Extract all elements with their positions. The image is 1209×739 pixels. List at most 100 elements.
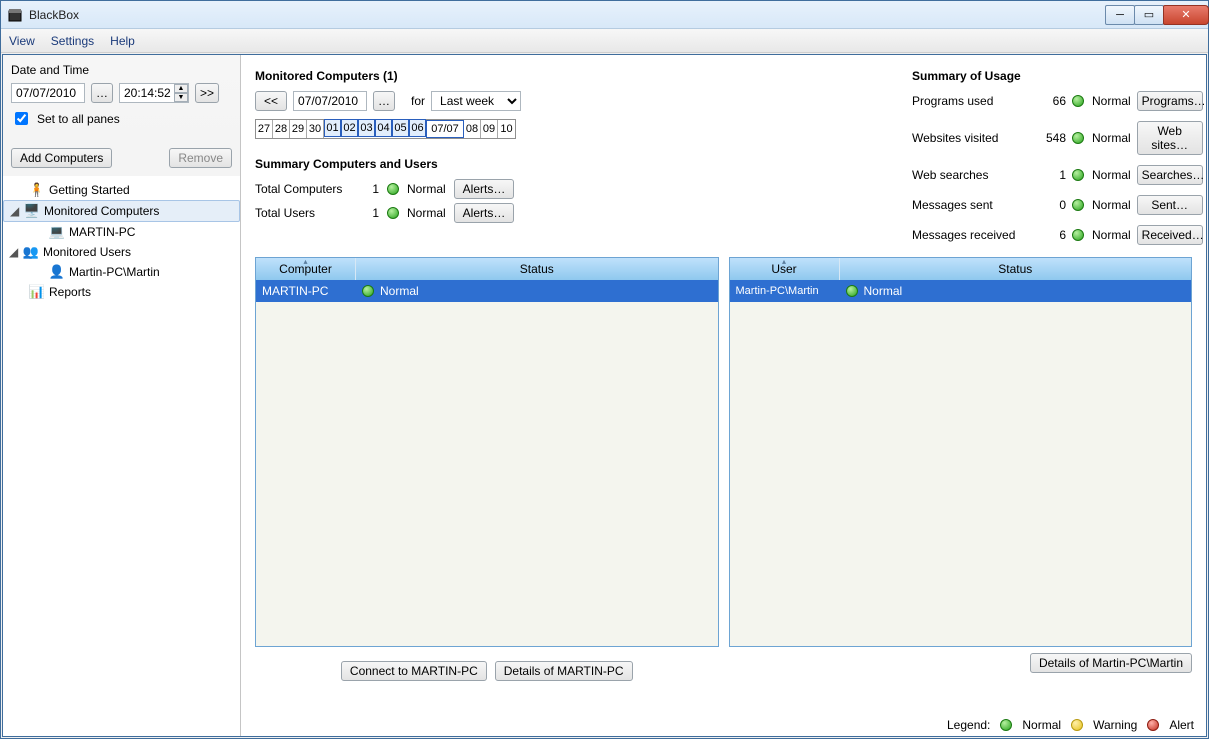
messages-received-label: Messages received: [912, 228, 1032, 242]
legend-normal-icon: [1000, 719, 1012, 731]
received-button[interactable]: Received…: [1137, 225, 1203, 245]
tree-monitored-users[interactable]: ◢ 👥 Monitored Users: [3, 242, 240, 262]
date-cell[interactable]: 30: [307, 120, 324, 138]
messages-sent-label: Messages sent: [912, 198, 1032, 212]
status-dot-icon: [387, 183, 399, 195]
total-users-label: Total Users: [255, 206, 355, 220]
sent-button[interactable]: Sent…: [1137, 195, 1203, 215]
legend-warning-icon: [1071, 719, 1083, 731]
set-all-panes-checkbox[interactable]: [15, 112, 28, 125]
remove-button[interactable]: Remove: [169, 148, 232, 168]
menu-help[interactable]: Help: [110, 34, 135, 48]
for-label: for: [411, 94, 425, 108]
status-text: Normal: [1092, 94, 1131, 108]
connect-button[interactable]: Connect to MARTIN-PC: [341, 661, 487, 681]
date-cell[interactable]: 04: [375, 119, 392, 137]
status-text: Normal: [1092, 168, 1131, 182]
summary-title: Summary Computers and Users: [255, 157, 912, 171]
menubar: View Settings Help: [1, 29, 1208, 53]
status-dot-icon: [387, 207, 399, 219]
status-dot-icon: [1072, 169, 1084, 181]
date-cell-selected[interactable]: 07/07: [426, 120, 464, 138]
tree-reports[interactable]: 📊 Reports: [3, 282, 240, 302]
tree-getting-started[interactable]: 🧍 Getting Started: [3, 180, 240, 200]
status-dot-icon: [362, 285, 374, 297]
date-cell[interactable]: 03: [358, 119, 375, 137]
messages-sent-value: 0: [1038, 198, 1066, 212]
date-cell[interactable]: 05: [392, 119, 409, 137]
sort-icon: ▴: [782, 257, 786, 266]
messages-received-value: 6: [1038, 228, 1066, 242]
minimize-button[interactable]: ─: [1105, 5, 1135, 25]
alerts-button[interactable]: Alerts…: [454, 179, 515, 199]
date-picker-button[interactable]: …: [91, 83, 113, 103]
date-cell[interactable]: 27: [256, 120, 273, 138]
date-cell[interactable]: 29: [290, 120, 307, 138]
alerts-button[interactable]: Alerts…: [454, 203, 515, 223]
total-computers-label: Total Computers: [255, 182, 355, 196]
col-status[interactable]: Status: [840, 258, 1192, 280]
status-text: Normal: [1092, 228, 1131, 242]
prev-period-button[interactable]: <<: [255, 91, 287, 111]
expand-icon[interactable]: ◢: [10, 204, 20, 218]
user-icon: 👤: [49, 264, 65, 280]
programs-button[interactable]: Programs…: [1137, 91, 1203, 111]
status-dot-icon: [1072, 229, 1084, 241]
legend-label: Legend:: [947, 718, 990, 732]
date-input[interactable]: [11, 83, 85, 103]
cell-computer: MARTIN-PC: [256, 284, 356, 298]
tree-martin-pc[interactable]: 💻 MARTIN-PC: [3, 222, 240, 242]
searches-button[interactable]: Searches…: [1137, 165, 1203, 185]
close-button[interactable]: ✕: [1163, 5, 1209, 25]
period-date-input[interactable]: [293, 91, 367, 111]
users-icon: 👥: [23, 244, 39, 260]
col-user[interactable]: ▴User: [730, 258, 840, 280]
websites-button[interactable]: Web sites…: [1137, 121, 1203, 155]
main-panel: Monitored Computers (1) << … for Last we…: [241, 55, 1206, 736]
details-computer-button[interactable]: Details of MARTIN-PC: [495, 661, 633, 681]
date-cell[interactable]: 09: [481, 120, 498, 138]
status-text: Normal: [1092, 198, 1131, 212]
legend-alert-text: Alert: [1169, 718, 1194, 732]
col-status[interactable]: Status: [356, 258, 718, 280]
tree-monitored-computers[interactable]: ◢ 🖥️ Monitored Computers: [3, 200, 240, 222]
cell-status: Normal: [840, 284, 1192, 298]
table-row[interactable]: MARTIN-PC Normal: [256, 280, 718, 302]
websites-label: Websites visited: [912, 131, 1032, 145]
content: Date and Time … ▲▼ >> Set to all panes A…: [2, 54, 1207, 737]
date-cell[interactable]: 08: [464, 120, 481, 138]
menu-settings[interactable]: Settings: [51, 34, 94, 48]
details-user-button[interactable]: Details of Martin-PC\Martin: [1030, 653, 1192, 673]
col-computer[interactable]: ▴Computer: [256, 258, 356, 280]
status-dot-icon: [1072, 199, 1084, 211]
time-spinner[interactable]: ▲▼: [174, 84, 188, 102]
table-row[interactable]: Martin-PC\Martin Normal: [730, 280, 1192, 302]
go-button[interactable]: >>: [195, 83, 219, 103]
maximize-button[interactable]: ▭: [1134, 5, 1164, 25]
status-text: Normal: [1092, 131, 1131, 145]
tree-martin-user[interactable]: 👤 Martin-PC\Martin: [3, 262, 240, 282]
date-cell[interactable]: 01: [324, 119, 341, 137]
date-strip: 27 28 29 30 01 02 03 04 05 06 07/07 08 0…: [255, 119, 516, 139]
cell-user: Martin-PC\Martin: [730, 285, 840, 297]
titlebar: BlackBox ─ ▭ ✕: [1, 1, 1208, 29]
programs-value: 66: [1038, 94, 1066, 108]
date-cell[interactable]: 02: [341, 119, 358, 137]
date-cell[interactable]: 10: [498, 120, 515, 138]
sort-icon: ▴: [303, 257, 307, 266]
computers-table: ▴Computer Status MARTIN-PC Normal: [255, 257, 719, 647]
menu-view[interactable]: View: [9, 34, 35, 48]
status-dot-icon: [1072, 132, 1084, 144]
period-select[interactable]: Last week: [431, 91, 521, 111]
period-date-picker[interactable]: …: [373, 91, 395, 111]
cell-status: Normal: [356, 284, 718, 298]
searches-value: 1: [1038, 168, 1066, 182]
add-computers-button[interactable]: Add Computers: [11, 148, 112, 168]
page-title: Monitored Computers (1): [255, 69, 912, 83]
app-icon: [7, 7, 23, 23]
sidebar: Date and Time … ▲▼ >> Set to all panes A…: [3, 55, 241, 736]
status-text: Normal: [407, 182, 446, 196]
date-cell[interactable]: 28: [273, 120, 290, 138]
date-cell[interactable]: 06: [409, 119, 426, 137]
expand-icon[interactable]: ◢: [9, 245, 19, 259]
